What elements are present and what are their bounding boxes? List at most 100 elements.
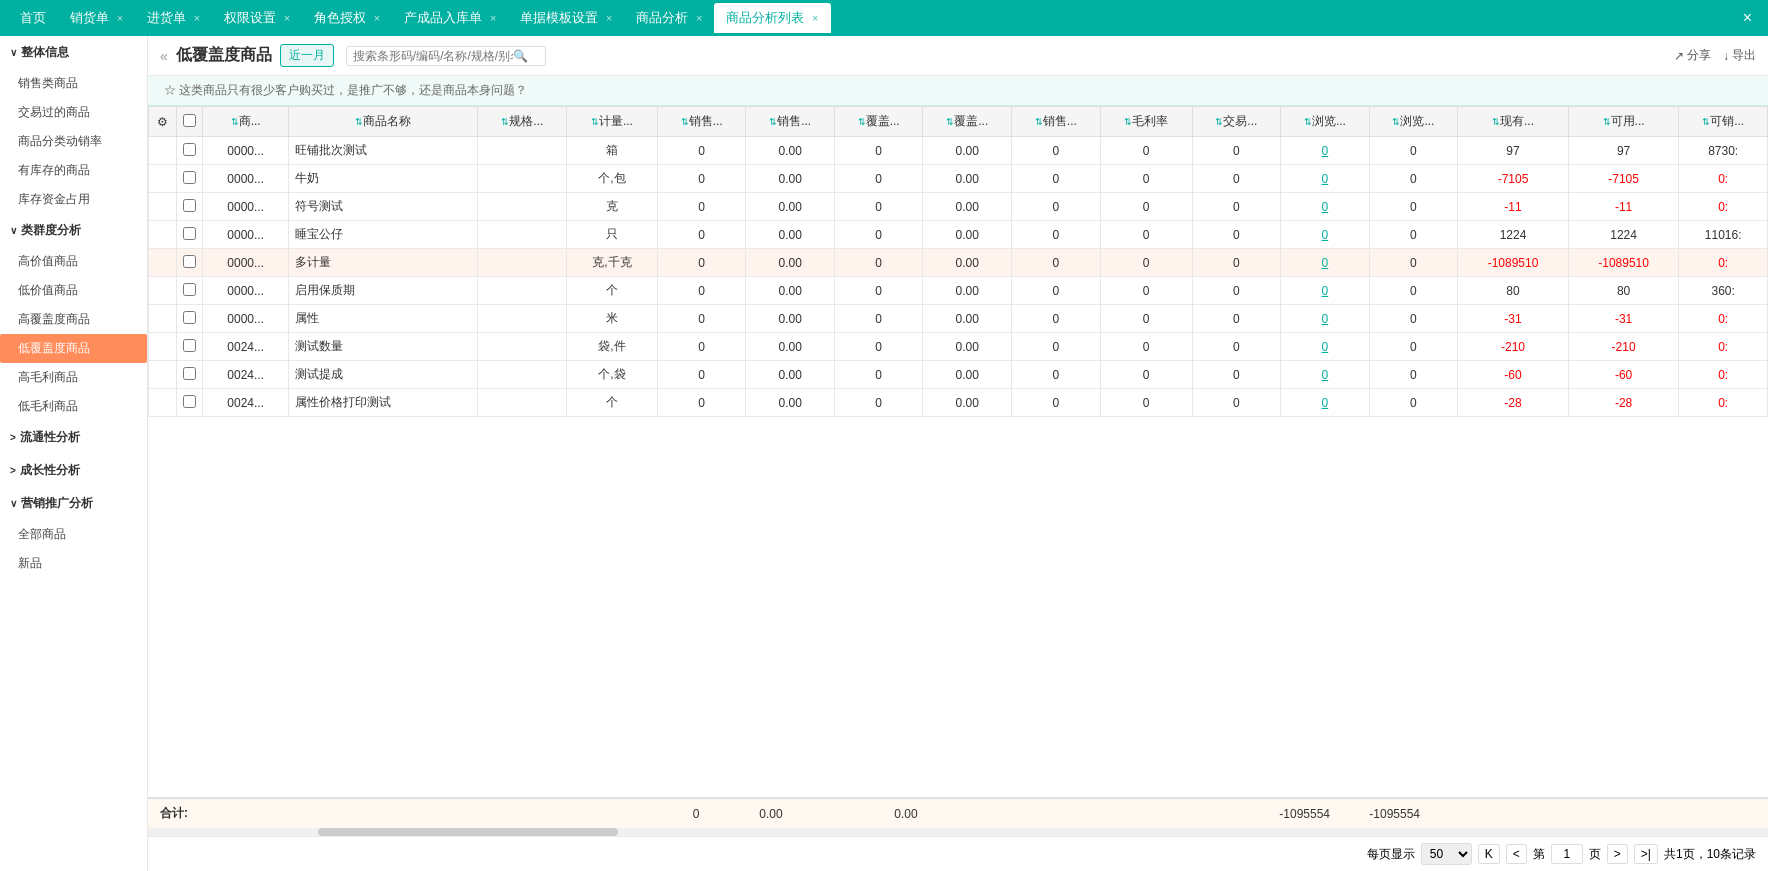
sidebar-item-low-coverage[interactable]: 低覆盖度商品	[0, 334, 147, 363]
filter-period-button[interactable]: 近一月	[280, 44, 334, 67]
row-settings[interactable]	[149, 221, 177, 249]
sales-qty-column-header[interactable]: ⇅销售...	[657, 107, 746, 137]
close-icon[interactable]: ×	[117, 12, 123, 24]
row-view1[interactable]: 0	[1281, 333, 1370, 361]
unit-column-header[interactable]: ⇅计量...	[567, 107, 658, 137]
row-view1[interactable]: 0	[1281, 389, 1370, 417]
row-checkbox[interactable]	[177, 249, 203, 277]
row-settings[interactable]	[149, 165, 177, 193]
row-view1[interactable]: 0	[1281, 361, 1370, 389]
next-page-button[interactable]: >	[1607, 844, 1628, 864]
sidebar-item-high-coverage[interactable]: 高覆盖度商品	[0, 305, 147, 334]
row-checkbox[interactable]	[177, 137, 203, 165]
sidebar-item-stock-capital[interactable]: 库存资金占用	[0, 185, 147, 214]
settings-column-header[interactable]: ⚙	[149, 107, 177, 137]
sidebar-item-traded-goods[interactable]: 交易过的商品	[0, 98, 147, 127]
coverage2-column-header[interactable]: ⇅覆盖...	[923, 107, 1012, 137]
sidebar-group-marketing[interactable]: ∨ 营销推广分析	[0, 487, 147, 520]
close-icon[interactable]: ×	[812, 12, 818, 24]
row-checkbox[interactable]	[177, 221, 203, 249]
row-view1[interactable]: 0	[1281, 305, 1370, 333]
horizontal-scrollbar[interactable]	[148, 828, 1768, 836]
row-checkbox[interactable]	[177, 165, 203, 193]
sidebar-item-high-profit[interactable]: 高毛利商品	[0, 363, 147, 392]
sidebar-group-overall[interactable]: ∨ 整体信息	[0, 36, 147, 69]
row-settings[interactable]	[149, 249, 177, 277]
row-settings[interactable]	[149, 305, 177, 333]
sidebar-item-new-goods[interactable]: 新品	[0, 549, 147, 578]
close-icon[interactable]: ×	[696, 12, 702, 24]
search-input[interactable]	[353, 49, 513, 63]
first-page-button[interactable]: K	[1478, 844, 1500, 864]
close-icon[interactable]: ×	[194, 12, 200, 24]
row-select-checkbox[interactable]	[183, 367, 196, 380]
share-button[interactable]: ↗ 分享	[1674, 47, 1711, 64]
row-view1[interactable]: 0	[1281, 277, 1370, 305]
row-select-checkbox[interactable]	[183, 199, 196, 212]
sidebar-item-sales-goods[interactable]: 销售类商品	[0, 69, 147, 98]
sidebar-item-low-value[interactable]: 低价值商品	[0, 276, 147, 305]
sidebar-group-growth[interactable]: > 成长性分析	[0, 454, 147, 487]
nav-tab-permissions[interactable]: 权限设置 ×	[212, 3, 302, 33]
page-size-select[interactable]: 50 20 100 200	[1421, 843, 1472, 865]
row-checkbox[interactable]	[177, 361, 203, 389]
row-view1[interactable]: 0	[1281, 193, 1370, 221]
row-checkbox[interactable]	[177, 389, 203, 417]
row-settings[interactable]	[149, 137, 177, 165]
close-icon[interactable]: ×	[284, 12, 290, 24]
row-select-checkbox[interactable]	[183, 395, 196, 408]
row-select-checkbox[interactable]	[183, 143, 196, 156]
row-select-checkbox[interactable]	[183, 283, 196, 296]
row-view1[interactable]: 0	[1281, 221, 1370, 249]
sidebar-item-category-rate[interactable]: 商品分类动销率	[0, 127, 147, 156]
nav-tab-purchase[interactable]: 进货单 ×	[135, 3, 212, 33]
close-icon[interactable]: ×	[374, 12, 380, 24]
nav-tab-analysis-list[interactable]: 商品分析列表 ×	[714, 3, 830, 33]
row-select-checkbox[interactable]	[183, 227, 196, 240]
view2-column-header[interactable]: ⇅浏览...	[1369, 107, 1458, 137]
sidebar-group-flow[interactable]: > 流通性分析	[0, 421, 147, 454]
search-icon[interactable]: 🔍	[513, 49, 528, 63]
nav-tab-home[interactable]: 首页	[8, 3, 58, 33]
row-view1[interactable]: 0	[1281, 165, 1370, 193]
coverage1-column-header[interactable]: ⇅覆盖...	[834, 107, 923, 137]
nav-tab-template[interactable]: 单据模板设置 ×	[508, 3, 624, 33]
row-select-checkbox[interactable]	[183, 171, 196, 184]
close-icon[interactable]: ×	[606, 12, 612, 24]
prev-page-button[interactable]: <	[1506, 844, 1527, 864]
code-column-header[interactable]: ⇅商...	[203, 107, 289, 137]
nav-tab-roles[interactable]: 角色授权 ×	[302, 3, 392, 33]
sidebar-item-high-value[interactable]: 高价值商品	[0, 247, 147, 276]
row-settings[interactable]	[149, 193, 177, 221]
sidebar-item-stock-goods[interactable]: 有库存的商品	[0, 156, 147, 185]
row-settings[interactable]	[149, 361, 177, 389]
row-checkbox[interactable]	[177, 305, 203, 333]
close-icon[interactable]: ×	[490, 12, 496, 24]
close-all-button[interactable]: ×	[1735, 9, 1760, 27]
scrollbar-thumb[interactable]	[318, 828, 618, 836]
spec-column-header[interactable]: ⇅规格...	[478, 107, 567, 137]
page-number-input[interactable]	[1551, 844, 1583, 864]
last-page-button[interactable]: >|	[1634, 844, 1658, 864]
nav-tab-inventory[interactable]: 产成品入库单 ×	[392, 3, 508, 33]
row-checkbox[interactable]	[177, 193, 203, 221]
trade-column-header[interactable]: ⇅交易...	[1192, 107, 1281, 137]
sidebar-group-cluster[interactable]: ∨ 类群度分析	[0, 214, 147, 247]
row-select-checkbox[interactable]	[183, 339, 196, 352]
gross-column-header[interactable]: ⇅毛利率	[1100, 107, 1192, 137]
nav-tab-analysis[interactable]: 商品分析 ×	[624, 3, 714, 33]
sellable-column-header[interactable]: ⇅可销...	[1679, 107, 1768, 137]
row-settings[interactable]	[149, 389, 177, 417]
row-select-checkbox[interactable]	[183, 311, 196, 324]
export-button[interactable]: ↓ 导出	[1723, 47, 1756, 64]
nav-tab-sales[interactable]: 销货单 ×	[58, 3, 135, 33]
stock-column-header[interactable]: ⇅现有...	[1458, 107, 1569, 137]
view1-column-header[interactable]: ⇅浏览...	[1281, 107, 1370, 137]
available-column-header[interactable]: ⇅可用...	[1568, 107, 1679, 137]
name-column-header[interactable]: ⇅商品名称	[289, 107, 478, 137]
select-all-checkbox[interactable]	[183, 114, 196, 127]
sales3-column-header[interactable]: ⇅销售...	[1012, 107, 1101, 137]
row-settings[interactable]	[149, 277, 177, 305]
sales-amt-column-header[interactable]: ⇅销售...	[746, 107, 835, 137]
row-view1[interactable]: 0	[1281, 249, 1370, 277]
